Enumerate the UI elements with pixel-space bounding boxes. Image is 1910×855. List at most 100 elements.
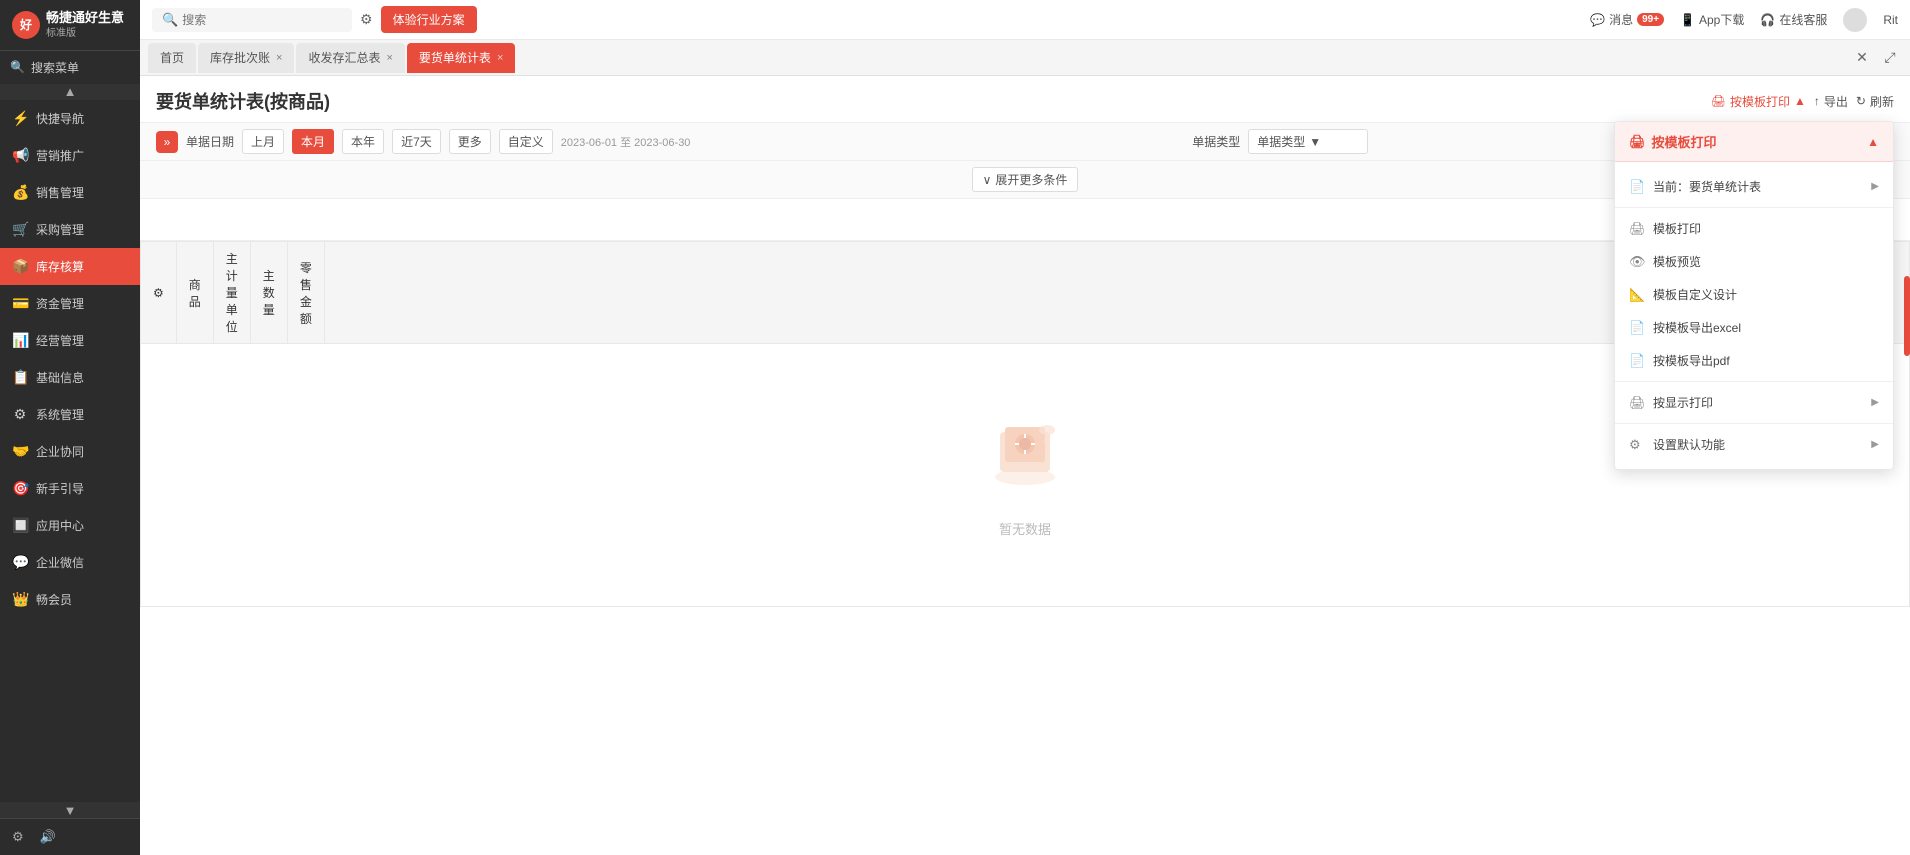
refresh-btn[interactable]: ↻ 刷新 [1856,93,1894,110]
tab-order-summary[interactable]: 要货单统计表 × [407,43,515,73]
tab-close-all-btn[interactable]: ✕ [1850,46,1874,70]
wechat-icon: 💬 [12,554,28,571]
topbar-search-input[interactable] [182,13,322,27]
sidebar-nav: ⚡ 快捷导航 📢 营销推广 💰 销售管理 🛒 采购管理 📦 库存核算 💳 资金管… [0,100,140,802]
sidebar-item-sales[interactable]: 💰 销售管理 [0,174,140,211]
sidebar-item-finance[interactable]: 💳 资金管理 [0,285,140,322]
logo-icon: 好 [12,11,40,39]
topbar-search-area[interactable]: 🔍 [152,8,352,32]
tab-batch-account[interactable]: 库存批次账 × [198,43,294,73]
date-btn-more[interactable]: 更多 [449,129,491,154]
quick-nav-icon: ⚡ [12,110,28,127]
sidebar-item-inventory[interactable]: 📦 库存核算 [0,248,140,285]
sidebar-item-base[interactable]: 📋 基础信息 [0,359,140,396]
member-icon: 👑 [12,591,28,608]
sidebar-item-marketing[interactable]: 📢 营销推广 [0,137,140,174]
topbar-gear-icon[interactable]: ⚙ [360,11,373,28]
tab-home[interactable]: 首页 [148,43,196,73]
dropdown-current-item[interactable]: 📄 当前：要货单统计表 ▶ [1615,170,1893,203]
scrollbar-indicator[interactable] [1904,276,1910,356]
trial-btn[interactable]: 体验行业方案 [381,6,477,33]
scroll-up-btn[interactable]: ▲ [0,84,140,100]
col-quantity: 主数量 [250,242,287,344]
empty-state-icon [975,412,1075,507]
display-print-arrow: ▶ [1871,397,1879,408]
sidebar-item-operation[interactable]: 📊 经营管理 [0,322,140,359]
sidebar-item-system[interactable]: ⚙ 系统管理 [0,396,140,433]
username-display[interactable]: Rit [1883,13,1898,27]
sidebar-item-appstore[interactable]: 🔲 应用中心 [0,507,140,544]
dropdown-item-export-pdf[interactable]: 📄 按模板导出pdf [1615,344,1893,377]
date-btn-7days[interactable]: 近7天 [392,129,441,154]
service-icon: 🎧 [1760,13,1775,27]
sound-footer-btn[interactable]: 🔊 [40,829,56,845]
message-badge: 99+ [1637,13,1664,26]
expand-more-btn[interactable]: ∨ 展开更多条件 [972,167,1079,192]
base-icon: 📋 [12,369,28,386]
settings-footer-btn[interactable]: ⚙ [12,829,24,845]
topbar: 🔍 ⚙ 体验行业方案 💬 消息 99+ 📱 App下载 🎧 在线客服 Rit [140,0,1910,40]
sidebar-item-member[interactable]: 👑 畅会员 [0,581,140,618]
dropdown-section-items: 🖨 模板打印 👁 模板预览 📐 模板自定义设计 📄 按模板导出excel [1615,208,1893,382]
date-btn-this-month[interactable]: 本月 [292,129,334,154]
main-content: 🔍 ⚙ 体验行业方案 💬 消息 99+ 📱 App下载 🎧 在线客服 Rit [140,0,1910,855]
current-item-icon: 📄 [1629,179,1645,195]
tab-receivable[interactable]: 收发存汇总表 × [296,43,404,73]
dropdown-display-print-item[interactable]: 🖨 按显示打印 ▶ [1615,386,1893,419]
dropdown-item-export-excel[interactable]: 📄 按模板导出excel [1615,311,1893,344]
page-area: 要货单统计表(按商品) 🖨 按模板打印 ▲ ↑ 导出 ↻ 刷新 » [140,76,1910,855]
download-icon: 📱 [1680,13,1695,27]
purchase-icon: 🛒 [12,221,28,238]
col-amount: 零售金额 [287,242,324,344]
tab-close-batch[interactable]: × [276,52,282,64]
online-service-btn[interactable]: 🎧 在线客服 [1760,11,1827,28]
type-label: 单据类型 [1192,133,1240,150]
sidebar-item-newbie[interactable]: 🎯 新手引导 [0,470,140,507]
operation-icon: 📊 [12,332,28,349]
tab-maximize-btn[interactable]: ⤢ [1878,46,1902,70]
sidebar-item-wechat[interactable]: 💬 企业微信 [0,544,140,581]
marketing-icon: 📢 [12,147,28,164]
sidebar-item-quick-nav[interactable]: ⚡ 快捷导航 [0,100,140,137]
system-icon: ⚙ [12,406,28,423]
dropdown-body: 📄 当前：要货单统计表 ▶ 🖨 模板打印 👁 模板预览 [1615,162,1893,469]
col-settings[interactable]: ⚙ [141,242,177,344]
logo-text: 畅捷通好生意 标准版 [46,10,124,40]
export-btn[interactable]: ↑ 导出 [1814,93,1848,110]
export-excel-icon: 📄 [1629,320,1645,336]
dropdown-close-arrow[interactable]: ▲ [1867,135,1879,149]
date-range-display: 2023-06-01 至 2023-06-30 [561,134,691,150]
search-menu[interactable]: 🔍 搜索菜单 [0,51,140,84]
scroll-down-btn[interactable]: ▼ [0,802,140,818]
app-download-btn[interactable]: 📱 App下载 [1680,11,1744,28]
page-header: 要货单统计表(按商品) 🖨 按模板打印 ▲ ↑ 导出 ↻ 刷新 [140,76,1910,122]
template-print-btn[interactable]: 🖨 按模板打印 ▲ [1711,93,1806,110]
chevron-down-icon: ▼ [1309,135,1321,149]
dropdown-item-template-print[interactable]: 🖨 模板打印 [1615,212,1893,245]
type-select[interactable]: 单据类型 ▼ [1248,129,1368,154]
set-default-arrow: ▶ [1871,439,1879,450]
template-print-icon: 🖨 [1629,221,1645,237]
tab-close-receivable[interactable]: × [386,52,392,64]
appstore-icon: 🔲 [12,517,28,534]
printer-icon: 🖨 [1711,94,1726,108]
topbar-right: 💬 消息 99+ 📱 App下载 🎧 在线客服 Rit [1590,8,1898,32]
message-btn[interactable]: 💬 消息 99+ [1590,11,1664,28]
current-item-arrow: ▶ [1871,181,1879,192]
col-product: 商品 [176,242,213,344]
dropdown-item-template-custom[interactable]: 📐 模板自定义设计 [1615,278,1893,311]
dropdown-set-default-item[interactable]: ⚙ 设置默认功能 ▶ [1615,428,1893,461]
avatar[interactable] [1843,8,1867,32]
filter-expand-btn[interactable]: » [156,131,178,153]
date-btn-last-month[interactable]: 上月 [242,129,284,154]
page-actions: 🖨 按模板打印 ▲ ↑ 导出 ↻ 刷新 [1711,93,1894,110]
sidebar-item-purchase[interactable]: 🛒 采购管理 [0,211,140,248]
dropdown-item-template-preview[interactable]: 👁 模板预览 [1615,245,1893,278]
date-btn-this-year[interactable]: 本年 [342,129,384,154]
tab-close-order[interactable]: × [497,52,503,64]
date-btn-custom[interactable]: 自定义 [499,129,553,154]
template-preview-icon: 👁 [1629,254,1645,270]
sidebar-item-collab[interactable]: 🤝 企业协同 [0,433,140,470]
template-custom-icon: 📐 [1629,287,1645,303]
tabbar: 首页 库存批次账 × 收发存汇总表 × 要货单统计表 × ✕ ⤢ [140,40,1910,76]
